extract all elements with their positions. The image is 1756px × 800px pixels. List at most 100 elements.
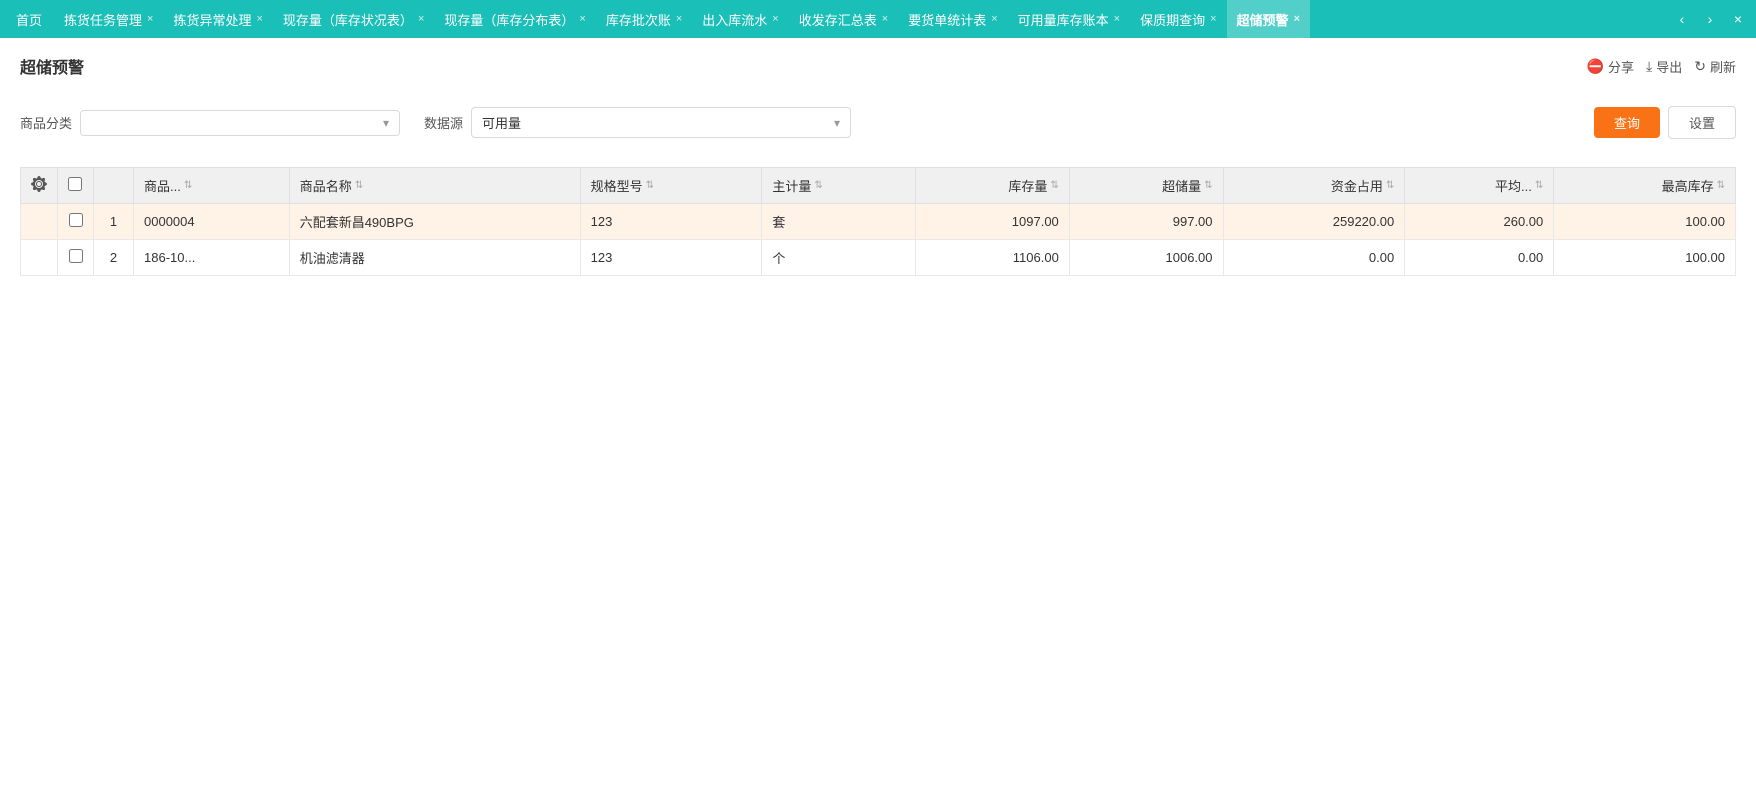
settings-button[interactable]: 设置 — [1668, 106, 1736, 139]
tab-summary[interactable]: 收发存汇总表 × — [789, 0, 898, 38]
datasource-select[interactable]: 可用量 ▾ — [471, 107, 851, 138]
col-check-header[interactable] — [58, 168, 94, 204]
tab-label: 拣货任务管理 — [64, 10, 142, 29]
refresh-label: 刷新 — [1710, 57, 1736, 76]
tab-label: 现存量（库存分布表） — [444, 10, 574, 29]
filter-actions: 查询 设置 — [1594, 106, 1736, 139]
col-maxstock-sort[interactable]: 最高库存 ⇅ — [1662, 176, 1725, 195]
tab-expiry-query[interactable]: 保质期查询 × — [1130, 0, 1226, 38]
row-gear-cell — [21, 240, 58, 276]
row-maxstock: 100.00 — [1554, 240, 1736, 276]
tab-label: 现存量（库存状况表） — [283, 10, 413, 29]
sort-icon: ⇅ — [646, 180, 654, 191]
query-button[interactable]: 查询 — [1594, 107, 1660, 138]
share-label: 分享 — [1608, 57, 1634, 76]
tab-pickers-exception[interactable]: 拣货异常处理 × — [163, 0, 272, 38]
tab-label: 超储预警 — [1237, 10, 1289, 29]
row-check-cell[interactable] — [58, 240, 94, 276]
close-icon[interactable]: × — [991, 13, 997, 25]
tab-inventory-dist[interactable]: 现存量（库存分布表） × — [434, 0, 595, 38]
nav-arrows: ‹ › × — [1668, 0, 1752, 38]
tab-order-stats[interactable]: 要货单统计表 × — [898, 0, 1007, 38]
tab-label: 拣货异常处理 — [173, 10, 251, 29]
close-icon[interactable]: × — [882, 13, 888, 25]
page-actions: ⛔ 分享 ⤓ 导出 ↻ 刷新 — [1587, 57, 1736, 76]
row-over: 997.00 — [1069, 204, 1223, 240]
col-unit-header[interactable]: 主计量 ⇅ — [762, 168, 916, 204]
close-icon[interactable]: × — [772, 13, 778, 25]
col-gear-header — [21, 168, 58, 204]
col-over-sort[interactable]: 超储量 ⇅ — [1162, 176, 1212, 195]
nav-bar: 首页 拣货任务管理 × 拣货异常处理 × 现存量（库存状况表） × 现存量（库存… — [0, 0, 1756, 38]
col-over-header[interactable]: 超储量 ⇅ — [1069, 168, 1223, 204]
row-check-cell[interactable] — [58, 204, 94, 240]
export-button[interactable]: ⤓ 导出 — [1646, 57, 1682, 76]
col-code-sort[interactable]: 商品... ⇅ — [144, 176, 192, 195]
datasource-value: 可用量 — [482, 113, 521, 132]
col-stock-label: 库存量 — [1008, 176, 1047, 195]
close-icon[interactable]: × — [147, 13, 153, 25]
close-icon[interactable]: × — [579, 13, 585, 25]
col-avg-sort[interactable]: 平均... ⇅ — [1495, 176, 1543, 195]
col-spec-header[interactable]: 规格型号 ⇅ — [580, 168, 762, 204]
row-name: 六配套新昌490BPG — [289, 204, 580, 240]
col-stock-sort[interactable]: 库存量 ⇅ — [1008, 176, 1058, 195]
col-over-label: 超储量 — [1162, 176, 1201, 195]
col-code-header[interactable]: 商品... ⇅ — [134, 168, 290, 204]
col-capital-sort[interactable]: 资金占用 ⇅ — [1331, 176, 1394, 195]
col-unit-sort[interactable]: 主计量 ⇅ — [772, 176, 822, 195]
close-icon[interactable]: × — [418, 13, 424, 25]
row-checkbox[interactable] — [69, 249, 83, 263]
col-avg-label: 平均... — [1495, 176, 1532, 195]
close-icon[interactable]: × — [1294, 13, 1300, 25]
tab-available-book[interactable]: 可用量库存账本 × — [1008, 0, 1130, 38]
table-body: 1 0000004 六配套新昌490BPG 123 套 1097.00 997.… — [21, 204, 1736, 276]
col-capital-header[interactable]: 资金占用 ⇅ — [1223, 168, 1405, 204]
nav-next-button[interactable]: › — [1696, 0, 1724, 38]
col-spec-sort[interactable]: 规格型号 ⇅ — [591, 176, 654, 195]
share-button[interactable]: ⛔ 分享 — [1587, 57, 1634, 76]
close-icon[interactable]: × — [1114, 13, 1120, 25]
filter-group-category: 商品分类 ▾ — [20, 110, 400, 136]
col-num-header — [94, 168, 134, 204]
col-stock-header[interactable]: 库存量 ⇅ — [916, 168, 1070, 204]
tab-inventory-status[interactable]: 现存量（库存状况表） × — [273, 0, 434, 38]
nav-home-label: 首页 — [16, 10, 42, 29]
gear-icon[interactable] — [31, 176, 47, 192]
close-icon[interactable]: × — [1210, 13, 1216, 25]
tab-label: 保质期查询 — [1140, 10, 1205, 29]
tab-pickers-task[interactable]: 拣货任务管理 × — [54, 0, 163, 38]
filter-bar: 商品分类 ▾ 数据源 可用量 ▾ 查询 设置 — [20, 94, 1736, 151]
tab-inventory-batch[interactable]: 库存批次账 × — [596, 0, 692, 38]
row-capital: 259220.00 — [1223, 204, 1405, 240]
row-stock: 1106.00 — [916, 240, 1070, 276]
category-select[interactable]: ▾ — [80, 110, 400, 136]
tab-inout-flow[interactable]: 出入库流水 × — [692, 0, 788, 38]
col-unit-label: 主计量 — [772, 176, 811, 195]
row-number: 1 — [94, 204, 134, 240]
col-avg-header[interactable]: 平均... ⇅ — [1405, 168, 1554, 204]
col-name-label: 商品名称 — [300, 176, 352, 195]
tab-overstock-warning[interactable]: 超储预警 × — [1227, 0, 1310, 38]
nav-prev-button[interactable]: ‹ — [1668, 0, 1696, 38]
nav-close-all-button[interactable]: × — [1724, 0, 1752, 38]
row-code: 186-10... — [134, 240, 290, 276]
row-unit: 套 — [762, 204, 916, 240]
row-checkbox[interactable] — [69, 213, 83, 227]
sort-icon: ⇅ — [1204, 180, 1212, 191]
row-name: 机油滤清器 — [289, 240, 580, 276]
category-label: 商品分类 — [20, 113, 72, 132]
close-icon[interactable]: × — [676, 13, 682, 25]
col-name-sort[interactable]: 商品名称 ⇅ — [300, 176, 363, 195]
sort-icon: ⇅ — [1535, 180, 1543, 191]
refresh-icon: ↻ — [1694, 58, 1706, 75]
table-header-row: 商品... ⇅ 商品名称 ⇅ 规格型号 ⇅ — [21, 168, 1736, 204]
close-icon[interactable]: × — [256, 13, 262, 25]
sort-icon: ⇅ — [1386, 180, 1394, 191]
refresh-button[interactable]: ↻ 刷新 — [1694, 57, 1736, 76]
col-capital-label: 资金占用 — [1331, 176, 1383, 195]
col-name-header[interactable]: 商品名称 ⇅ — [289, 168, 580, 204]
select-all-checkbox[interactable] — [68, 177, 82, 191]
nav-home[interactable]: 首页 — [4, 0, 54, 38]
col-maxstock-header[interactable]: 最高库存 ⇅ — [1554, 168, 1736, 204]
